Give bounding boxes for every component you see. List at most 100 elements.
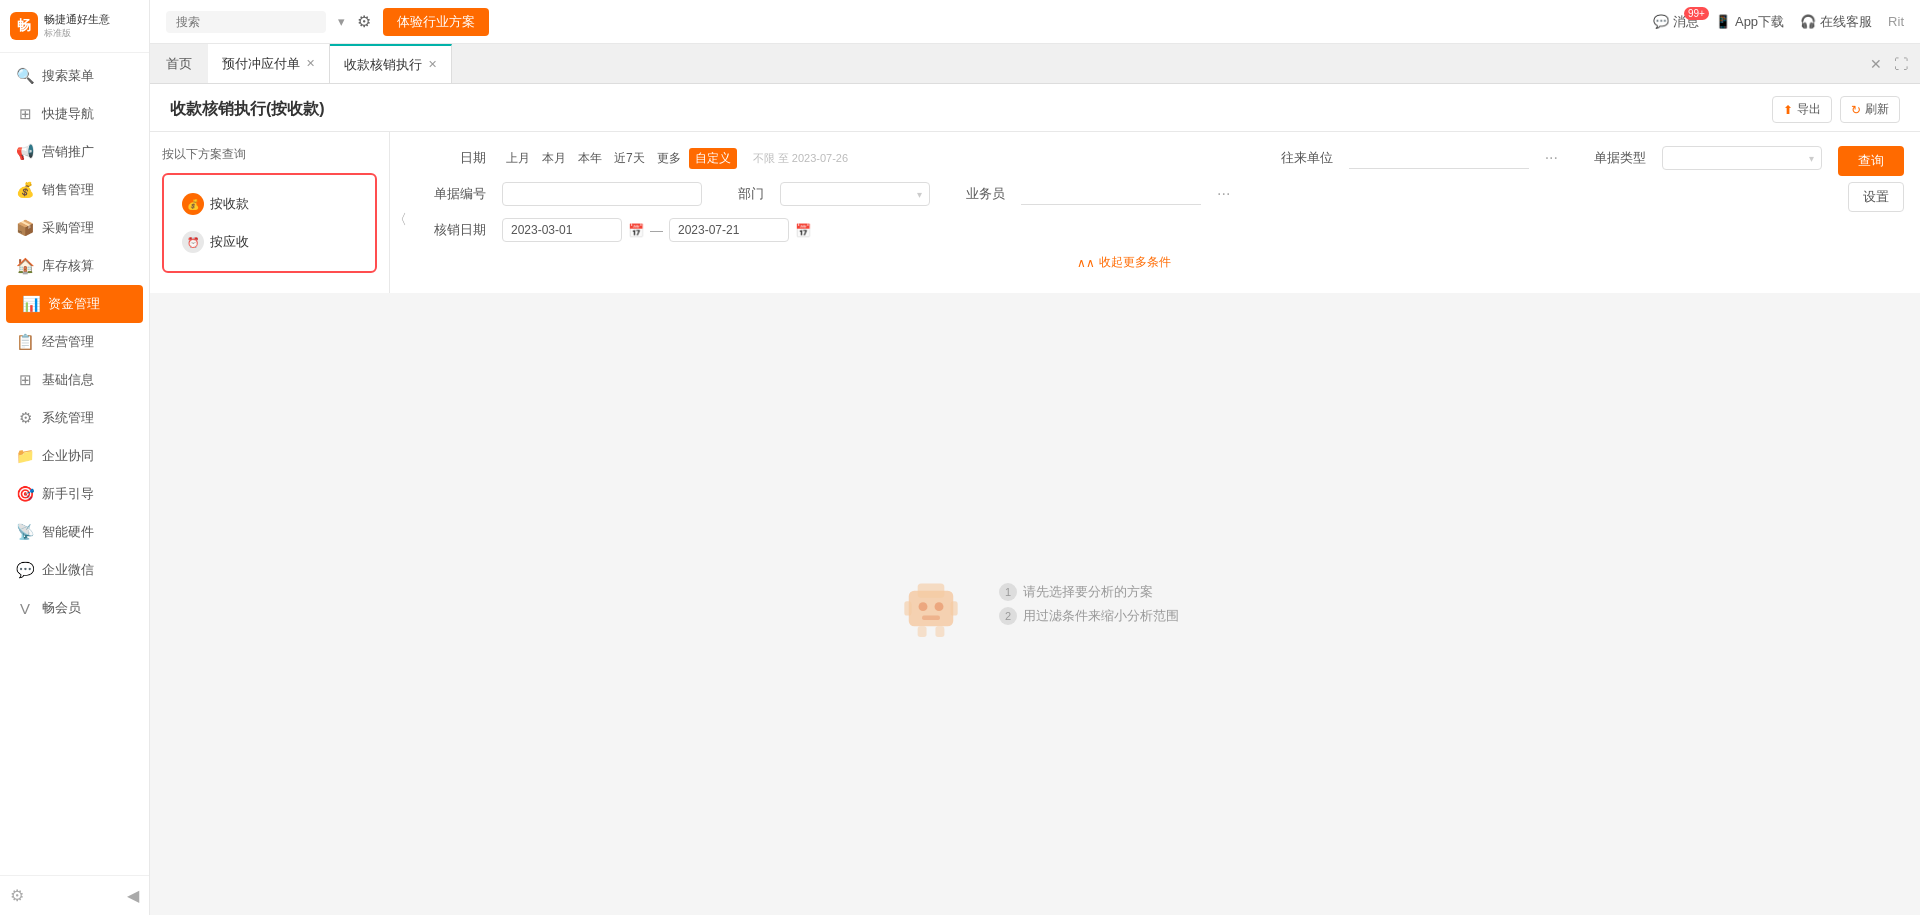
sidebar-item-wechat[interactable]: 💬 企业微信 xyxy=(0,551,149,589)
verify-date-end-cal-icon[interactable]: 📅 xyxy=(795,223,811,238)
app-download-action[interactable]: 📱 App下载 xyxy=(1715,13,1784,31)
topbar-gear-icon[interactable]: ⚙ xyxy=(357,12,371,31)
svg-rect-5 xyxy=(904,601,911,615)
filter-option-by-receipt[interactable]: 💰 按收款 xyxy=(172,185,367,223)
staff-dots[interactable]: ··· xyxy=(1217,185,1230,203)
service-icon: 🎧 xyxy=(1800,14,1816,29)
enterprise-icon: 📁 xyxy=(16,447,34,465)
tab-prepay[interactable]: 预付冲应付单 ✕ xyxy=(208,44,330,83)
counterpart-label: 往来单位 xyxy=(1281,149,1333,167)
member-icon: V xyxy=(16,600,34,617)
message-action[interactable]: 💬 消息 99+ xyxy=(1653,13,1699,31)
sidebar-item-search[interactable]: 🔍 搜索菜单 xyxy=(0,57,149,95)
query-button[interactable]: 查询 xyxy=(1838,146,1904,176)
tab-close-btn[interactable]: ✕ xyxy=(1866,52,1886,76)
verify-date-separator: — xyxy=(650,223,663,238)
date-tab-custom[interactable]: 自定义 xyxy=(689,148,737,169)
tab-prepay-close[interactable]: ✕ xyxy=(306,57,315,70)
business-icon: 📋 xyxy=(16,333,34,351)
tab-home[interactable]: 首页 xyxy=(150,44,208,83)
sidebar-label-business: 经营管理 xyxy=(42,333,94,351)
logo-icon: 畅 xyxy=(10,12,38,40)
sidebar-item-finance[interactable]: 📊 资金管理 xyxy=(6,285,143,323)
sidebar-label-hardware: 智能硬件 xyxy=(42,523,94,541)
topbar: ▾ ⚙ 体验行业方案 💬 消息 99+ 📱 App下载 🎧 在线客服 Rit xyxy=(150,0,1920,44)
collapse-icon: ∧∧ xyxy=(1077,256,1095,270)
svg-rect-1 xyxy=(918,584,945,598)
filter-receivable-icon: ⏰ xyxy=(182,231,204,253)
date-tab-more[interactable]: 更多 xyxy=(653,148,685,169)
sidebar-label-search: 搜索菜单 xyxy=(42,67,94,85)
date-tab-last-7[interactable]: 近7天 xyxy=(610,148,649,169)
filter-left-panel: 按以下方案查询 💰 按收款 ⏰ 按应收 xyxy=(150,132,390,293)
main-area: ▾ ⚙ 体验行业方案 💬 消息 99+ 📱 App下载 🎧 在线客服 Rit 首… xyxy=(150,0,1920,915)
doc-type-select[interactable] xyxy=(1662,146,1822,170)
collapse-more-btn[interactable]: ∧∧ 收起更多条件 xyxy=(426,246,1822,279)
sidebar-item-system[interactable]: ⚙ 系统管理 xyxy=(0,399,149,437)
export-icon: ⬆ xyxy=(1783,103,1793,117)
tab-receipt-close[interactable]: ✕ xyxy=(428,58,437,71)
sidebar-item-inventory[interactable]: 🏠 库存核算 xyxy=(0,247,149,285)
refresh-button[interactable]: ↻ 刷新 xyxy=(1840,96,1900,123)
topbar-dropdown-arrow[interactable]: ▾ xyxy=(338,14,345,29)
doc-no-label: 单据编号 xyxy=(426,185,486,203)
sidebar-item-enterprise[interactable]: 📁 企业协同 xyxy=(0,437,149,475)
message-badge: 99+ xyxy=(1684,7,1709,20)
sidebar-nav: 🔍 搜索菜单 ⊞ 快捷导航 📢 营销推广 💰 销售管理 📦 采购管理 🏠 库存核… xyxy=(0,53,149,875)
user-info[interactable]: Rit xyxy=(1888,14,1904,29)
sidebar-label-sales: 销售管理 xyxy=(42,181,94,199)
sidebar-item-sales[interactable]: 💰 销售管理 xyxy=(0,171,149,209)
page-title: 收款核销执行(按收款) xyxy=(170,99,325,120)
main-body: 1 请先选择要分析的方案 2 用过滤条件来缩小分析范围 xyxy=(150,293,1920,915)
verify-date-group: 📅 — 📅 xyxy=(502,218,811,242)
sidebar: 畅 畅捷通好生意 标准版 🔍 搜索菜单 ⊞ 快捷导航 📢 营销推广 💰 销售管理… xyxy=(0,0,150,915)
online-service-action[interactable]: 🎧 在线客服 xyxy=(1800,13,1872,31)
counterpart-dots[interactable]: ··· xyxy=(1545,149,1558,167)
sidebar-item-purchase[interactable]: 📦 采购管理 xyxy=(0,209,149,247)
query-btn-area: 查询 设置 xyxy=(1838,132,1920,293)
sidebar-item-quick-nav[interactable]: ⊞ 快捷导航 xyxy=(0,95,149,133)
date-tab-this-month[interactable]: 本月 xyxy=(538,148,570,169)
sidebar-item-marketing[interactable]: 📢 营销推广 xyxy=(0,133,149,171)
sidebar-item-hardware[interactable]: 📡 智能硬件 xyxy=(0,513,149,551)
filter-receivable-label: 按应收 xyxy=(210,233,249,251)
tip-text-1: 请先选择要分析的方案 xyxy=(1023,583,1153,601)
filter-option-by-receivable[interactable]: ⏰ 按应收 xyxy=(172,223,367,261)
tab-receipt[interactable]: 收款核销执行 ✕ xyxy=(330,44,452,83)
sidebar-item-member[interactable]: V 畅会员 xyxy=(0,589,149,627)
dept-select[interactable] xyxy=(780,182,930,206)
hardware-icon: 📡 xyxy=(16,523,34,541)
inventory-icon: 🏠 xyxy=(16,257,34,275)
export-button[interactable]: ⬆ 导出 xyxy=(1772,96,1832,123)
verify-date-end-input[interactable] xyxy=(669,218,789,242)
basic-info-icon: ⊞ xyxy=(16,371,34,389)
topbar-search-input[interactable] xyxy=(166,11,326,33)
filter-wrapper: 按以下方案查询 💰 按收款 ⏰ 按应收 〈 xyxy=(150,132,1920,293)
date-tab-last-month[interactable]: 上月 xyxy=(502,148,534,169)
verify-date-label: 核销日期 xyxy=(426,221,486,239)
purchase-icon: 📦 xyxy=(16,219,34,237)
solution-button[interactable]: 体验行业方案 xyxy=(383,8,489,36)
tip-text-2: 用过滤条件来缩小分析范围 xyxy=(1023,607,1179,625)
verify-date-start-cal-icon[interactable]: 📅 xyxy=(628,223,644,238)
staff-label: 业务员 xyxy=(966,185,1005,203)
empty-tip-row-1: 1 请先选择要分析的方案 xyxy=(999,583,1179,601)
empty-tips: 1 请先选择要分析的方案 2 用过滤条件来缩小分析范围 xyxy=(999,583,1179,625)
sidebar-label-quick-nav: 快捷导航 xyxy=(42,105,94,123)
svg-rect-7 xyxy=(918,626,927,637)
sidebar-item-business[interactable]: 📋 经营管理 xyxy=(0,323,149,361)
settings-bottom-icon[interactable]: ⚙ xyxy=(10,886,24,905)
collapse-sidebar-icon[interactable]: ◀ xyxy=(127,886,139,905)
tab-expand-btn[interactable]: ⛶ xyxy=(1890,52,1912,76)
filter-row-3: 核销日期 📅 — 📅 xyxy=(426,218,1822,242)
sidebar-item-guide[interactable]: 🎯 新手引导 xyxy=(0,475,149,513)
sidebar-label-purchase: 采购管理 xyxy=(42,219,94,237)
doc-no-input[interactable] xyxy=(502,182,702,206)
sidebar-item-basic-info[interactable]: ⊞ 基础信息 xyxy=(0,361,149,399)
sidebar-label-guide: 新手引导 xyxy=(42,485,94,503)
setting-button[interactable]: 设置 xyxy=(1848,182,1904,212)
verify-date-start-input[interactable] xyxy=(502,218,622,242)
marketing-icon: 📢 xyxy=(16,143,34,161)
date-tab-this-year[interactable]: 本年 xyxy=(574,148,606,169)
filter-collapse-toggle[interactable]: 〈 xyxy=(390,132,410,293)
